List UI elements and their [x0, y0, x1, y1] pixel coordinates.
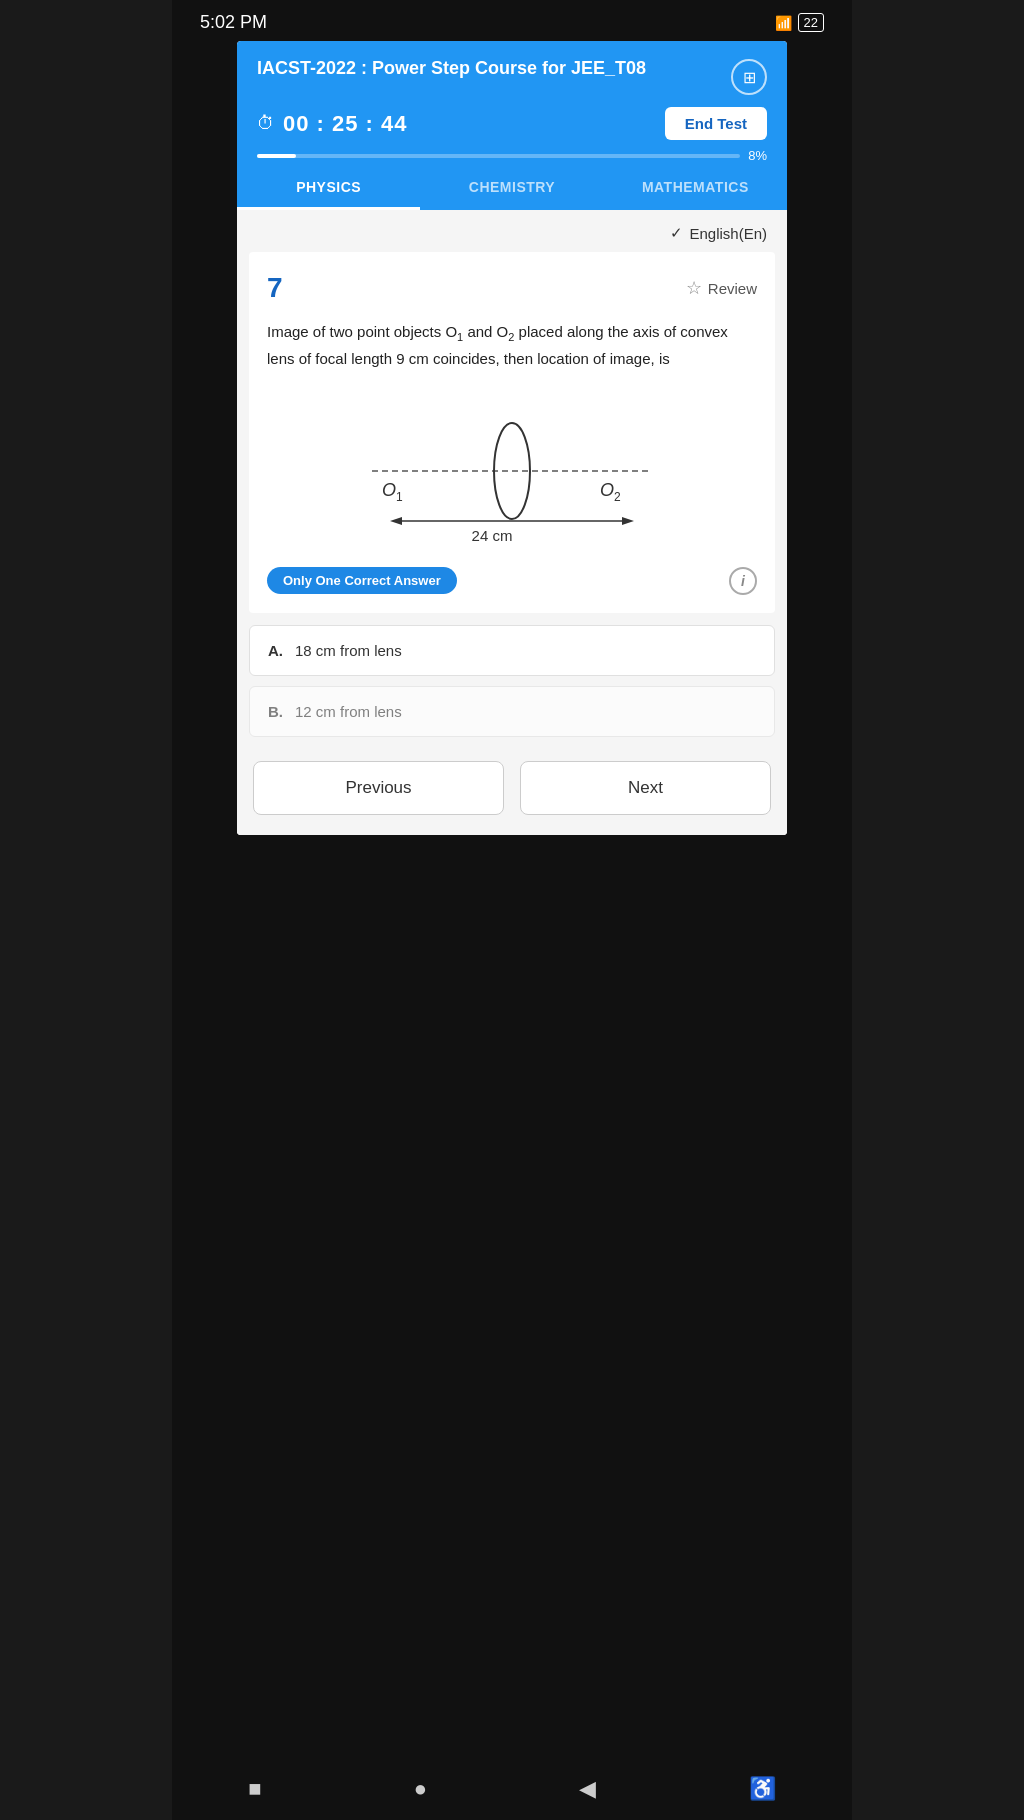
tabs-bar: PHYSICS CHEMISTRY MATHEMATICS: [237, 167, 787, 210]
answer-type-row: Only One Correct Answer i: [267, 567, 757, 595]
menu-button[interactable]: ⊞: [731, 59, 767, 95]
phone-wrapper: 5:02 PM 📶 22 IACST-2022 : Power Step Cou…: [172, 0, 852, 1820]
back-button[interactable]: ◀: [559, 1768, 616, 1810]
option-b-text: 12 cm from lens: [295, 703, 402, 720]
clock-icon: ⏱: [257, 113, 275, 134]
answer-type-badge: Only One Correct Answer: [267, 567, 457, 594]
option-a-label: A.: [268, 642, 283, 659]
option-a-text: 18 cm from lens: [295, 642, 402, 659]
square-button[interactable]: ■: [228, 1768, 281, 1810]
options-container: A. 18 cm from lens B. 12 cm from lens: [249, 625, 775, 737]
tab-chemistry[interactable]: CHEMISTRY: [420, 167, 603, 210]
progress-bar-fill: [257, 154, 296, 158]
end-test-button[interactable]: End Test: [665, 107, 767, 140]
option-a[interactable]: A. 18 cm from lens: [249, 625, 775, 676]
app-container: IACST-2022 : Power Step Course for JEE_T…: [237, 41, 787, 835]
status-time: 5:02 PM: [200, 12, 267, 33]
header-top: IACST-2022 : Power Step Course for JEE_T…: [257, 57, 767, 95]
status-icons: 📶 22: [775, 13, 824, 32]
question-header: 7 ☆ Review: [267, 272, 757, 304]
svg-marker-7: [390, 517, 402, 525]
info-icon[interactable]: i: [729, 567, 757, 595]
status-bar: 5:02 PM 📶 22: [172, 0, 852, 41]
tab-mathematics[interactable]: MATHEMATICS: [604, 167, 787, 210]
battery-text: 22: [798, 13, 824, 32]
question-card: 7 ☆ Review Image of two point objects O1…: [249, 252, 775, 613]
menu-icon: ⊞: [743, 68, 756, 87]
header-title: IACST-2022 : Power Step Course for JEE_T…: [257, 57, 719, 80]
signal-icon: 📶: [775, 15, 792, 31]
checkmark-icon: ✓: [670, 224, 683, 242]
language-selector[interactable]: ✓ English(En): [670, 224, 767, 242]
svg-text:O: O: [382, 480, 396, 500]
timer-section: ⏱ 00 : 25 : 44: [257, 111, 408, 137]
accessibility-button[interactable]: ♿: [729, 1768, 796, 1810]
timer-display: 00 : 25 : 44: [283, 111, 408, 137]
progress-bar-bg: [257, 154, 740, 158]
navigation-buttons: Previous Next: [237, 749, 787, 835]
svg-text:24 cm: 24 cm: [472, 527, 513, 544]
language-row: ✓ English(En): [237, 210, 787, 252]
tab-physics[interactable]: PHYSICS: [237, 167, 420, 210]
svg-marker-8: [622, 517, 634, 525]
svg-text:2: 2: [614, 490, 621, 504]
svg-text:O: O: [600, 480, 614, 500]
progress-row: 8%: [257, 148, 767, 167]
question-number: 7: [267, 272, 283, 304]
next-button[interactable]: Next: [520, 761, 771, 815]
review-button[interactable]: ☆ Review: [686, 277, 757, 299]
question-text: Image of two point objects O1 and O2 pla…: [267, 320, 757, 371]
option-b[interactable]: B. 12 cm from lens: [249, 686, 775, 737]
home-button[interactable]: ●: [394, 1768, 447, 1810]
lens-diagram: O 1 O 2 24 cm: [352, 391, 672, 551]
bottom-nav-bar: ■ ● ◀ ♿: [172, 1754, 852, 1820]
svg-text:1: 1: [396, 490, 403, 504]
language-label: English(En): [689, 225, 767, 242]
review-label: Review: [708, 280, 757, 297]
header: IACST-2022 : Power Step Course for JEE_T…: [237, 41, 787, 167]
previous-button[interactable]: Previous: [253, 761, 504, 815]
progress-label: 8%: [748, 148, 767, 163]
option-b-label: B.: [268, 703, 283, 720]
timer-row: ⏱ 00 : 25 : 44 End Test: [257, 107, 767, 140]
diagram-container: O 1 O 2 24 cm: [267, 391, 757, 551]
star-icon: ☆: [686, 277, 702, 299]
main-content: ✓ English(En) 7 ☆ Review Image of two po…: [237, 210, 787, 835]
